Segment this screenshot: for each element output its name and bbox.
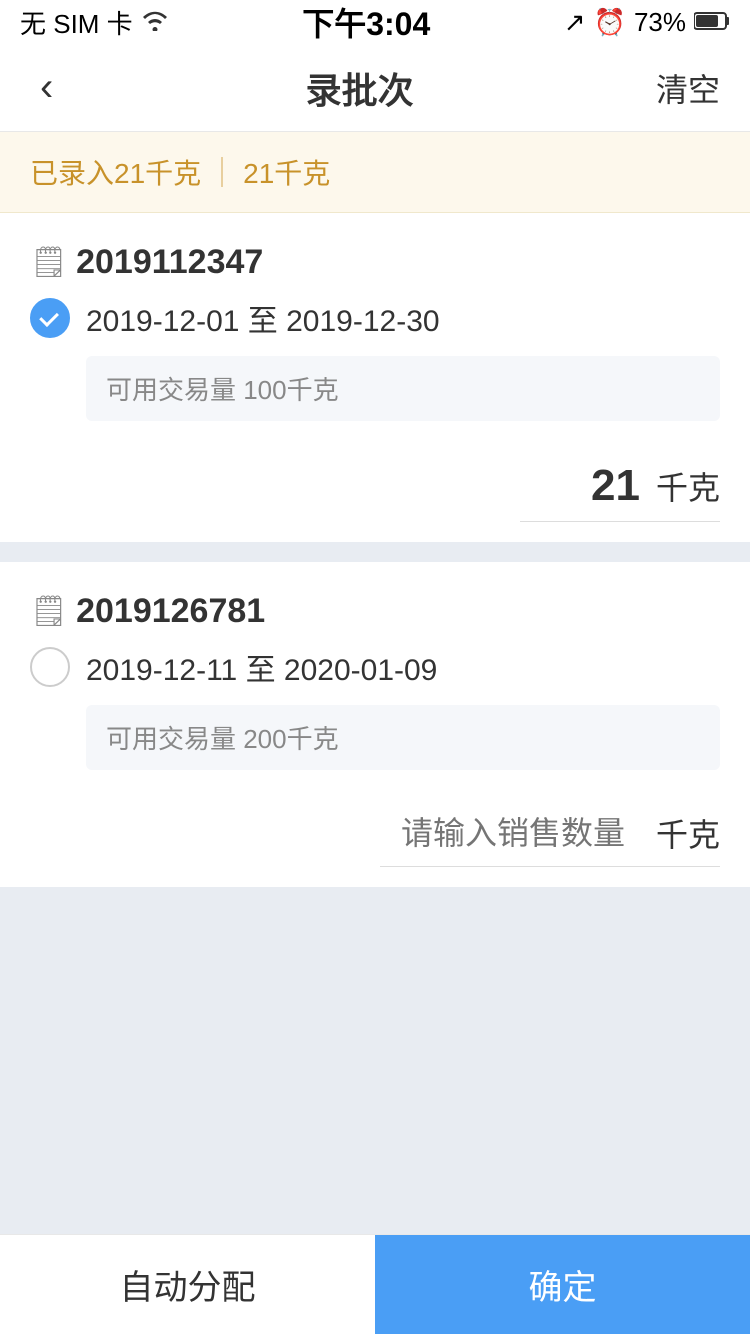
total-amount: 21千克 — [243, 152, 330, 192]
section-separator — [0, 542, 750, 562]
sim-label: 无 SIM 卡 — [20, 4, 133, 41]
battery-label: 73% — [634, 7, 686, 38]
batch2-date: 2019-12-11 至 2020-01-09 — [86, 645, 437, 689]
confirm-button[interactable]: 确定 — [375, 1235, 750, 1334]
batch2-radio[interactable] — [30, 647, 70, 687]
batch2-date-row[interactable]: 2019-12-11 至 2020-01-09 — [30, 645, 720, 689]
batch1-amount-value[interactable]: 21 — [591, 461, 640, 511]
auto-distribute-button[interactable]: 自动分配 — [0, 1235, 375, 1334]
batch1-avail: 可用交易量 100千克 — [86, 356, 720, 421]
bottom-bar: 自动分配 确定 — [0, 1234, 750, 1334]
batch1-date: 2019-12-01 至 2019-12-30 — [86, 296, 440, 340]
batch2-input-row: 千克 — [0, 790, 750, 866]
batch2-unit: 千克 — [656, 810, 720, 856]
doc-icon-1: 🗒 — [30, 245, 68, 280]
batch1-amount-unit: 千克 — [656, 463, 720, 509]
status-time: 下午3:04 — [302, 0, 430, 45]
status-bar: 无 SIM 卡 下午3:04 ↗ ⏰ 73% — [0, 0, 750, 44]
battery-icon — [694, 7, 730, 38]
batch1-date-row[interactable]: 2019-12-01 至 2019-12-30 — [30, 296, 720, 340]
status-left: 无 SIM 卡 — [20, 4, 169, 41]
batch1-card: 🗒 2019112347 2019-12-01 至 2019-12-30 可用交… — [0, 213, 750, 542]
batch1-id: 2019112347 — [76, 243, 263, 282]
recorded-amount: 已录入21千克 — [30, 152, 201, 192]
location-icon: ↗ — [564, 7, 586, 38]
banner-divider — [221, 157, 223, 187]
info-banner: 已录入21千克 21千克 — [0, 132, 750, 213]
batch1-amount-row: 21 千克 — [0, 441, 750, 521]
nav-bar: ‹ 录批次 清空 — [0, 44, 750, 132]
empty-area — [0, 887, 750, 1287]
page-title: 录批次 — [306, 62, 414, 114]
wifi-icon — [141, 7, 169, 38]
back-button[interactable]: ‹ — [30, 55, 63, 120]
doc-icon-2: 🗒 — [30, 594, 68, 629]
qty-input[interactable] — [340, 815, 640, 852]
status-right: ↗ ⏰ 73% — [564, 7, 730, 38]
batch2-id: 2019126781 — [76, 592, 265, 631]
alarm-icon: ⏰ — [594, 7, 626, 38]
batch1-radio[interactable] — [30, 298, 70, 338]
batch2-card: 🗒 2019126781 2019-12-11 至 2020-01-09 可用交… — [0, 562, 750, 887]
batch2-avail: 可用交易量 200千克 — [86, 705, 720, 770]
clear-button[interactable]: 清空 — [656, 65, 720, 111]
